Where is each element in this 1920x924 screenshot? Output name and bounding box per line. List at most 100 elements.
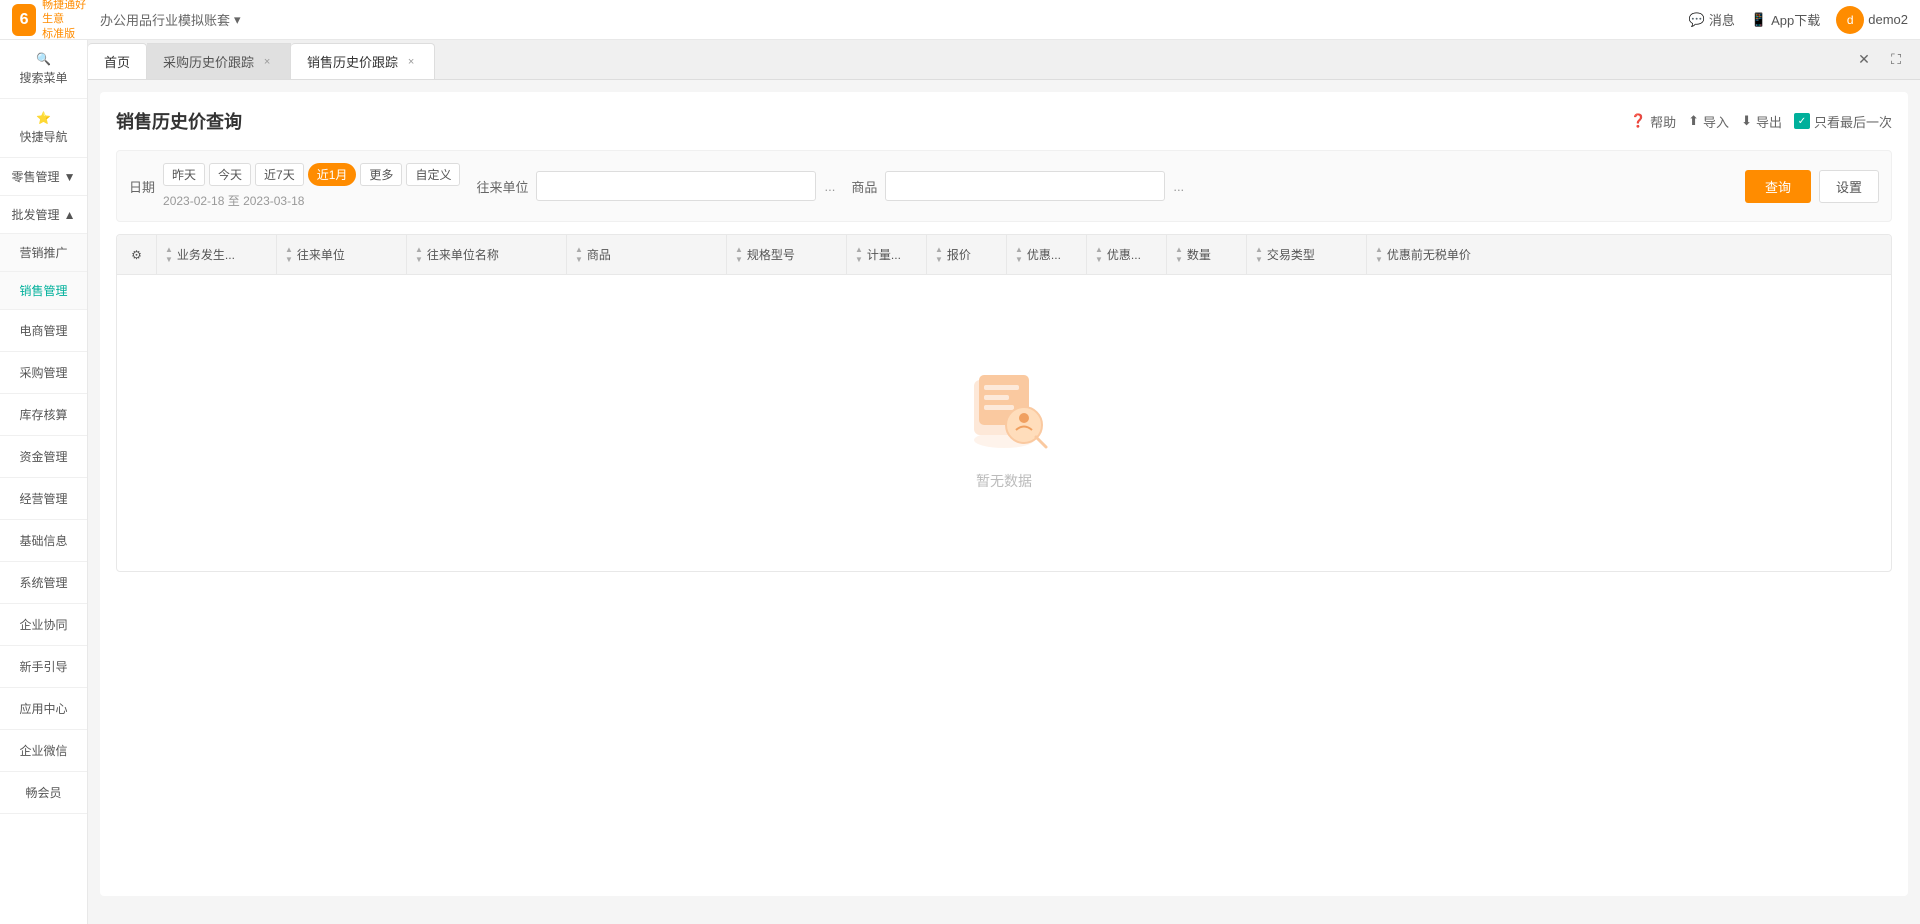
- sort-arrows-discount1: ▲▼: [1015, 245, 1023, 264]
- sidebar-item-guide[interactable]: 新手引导: [0, 646, 87, 688]
- sidebar-item-ecommerce[interactable]: 电商管理: [0, 310, 87, 352]
- page-title: 销售历史价查询: [116, 108, 242, 134]
- help-button[interactable]: ❓ 帮助: [1630, 112, 1676, 131]
- sort-arrows-product: ▲▼: [575, 245, 583, 264]
- sidebar-item-wholesale[interactable]: 批发管理 ▲: [0, 196, 87, 234]
- date-btn-7days[interactable]: 近7天: [255, 163, 304, 186]
- app-download-button[interactable]: 📱 App下载: [1751, 10, 1820, 29]
- product-filter-group: 商品 ...: [851, 171, 1184, 201]
- th-settings[interactable]: ⚙: [117, 235, 157, 274]
- breadcrumb: 办公用品行业模拟账套 ▾: [100, 10, 241, 29]
- header-right: 💬 消息 📱 App下载 d demo2: [1689, 6, 1908, 34]
- unit-filter-input[interactable]: [536, 171, 816, 201]
- unit-filter-dots[interactable]: ...: [824, 179, 835, 194]
- empty-state: 暂无数据: [117, 275, 1891, 571]
- sidebar-item-marketing[interactable]: 营销推广: [0, 234, 87, 272]
- th-discount1[interactable]: ▲▼ 优惠...: [1007, 235, 1087, 274]
- message-button[interactable]: 💬 消息: [1689, 10, 1735, 29]
- settings-button[interactable]: 设置: [1819, 170, 1879, 203]
- sidebar-item-system[interactable]: 系统管理: [0, 562, 87, 604]
- th-discount2[interactable]: ▲▼ 优惠...: [1087, 235, 1167, 274]
- sidebar-item-member[interactable]: 畅会员: [0, 772, 87, 814]
- th-date[interactable]: ▲▼ 业务发生...: [157, 235, 277, 274]
- th-unit-measure[interactable]: ▲▼ 计量...: [847, 235, 927, 274]
- data-table: ⚙ ▲▼ 业务发生... ▲▼ 往来单位 ▲▼ 往来单位名称: [116, 234, 1892, 572]
- page-header: 销售历史价查询 ❓ 帮助 ⬆ 导入 ⬇ 导出: [116, 108, 1892, 134]
- th-unit-name[interactable]: ▲▼ 往来单位名称: [407, 235, 567, 274]
- sidebar-item-app-center[interactable]: 应用中心: [0, 688, 87, 730]
- close-all-tabs-button[interactable]: ✕: [1852, 47, 1876, 71]
- sort-arrows-qty: ▲▼: [1175, 245, 1183, 264]
- date-btn-1month[interactable]: 近1月: [308, 163, 357, 186]
- header-left: 6 畅捷通好生意 标准版 办公用品行业模拟账套 ▾: [12, 0, 241, 41]
- th-tax-price[interactable]: ▲▼ 优惠前无税单价: [1367, 235, 1891, 274]
- logo-area: 6 畅捷通好生意 标准版: [12, 0, 92, 41]
- import-icon: ⬆: [1688, 113, 1699, 129]
- chevron-up-icon: ▲: [64, 208, 76, 222]
- export-button[interactable]: ⬇ 导出: [1741, 112, 1782, 131]
- top-header: 6 畅捷通好生意 标准版 办公用品行业模拟账套 ▾ 💬 消息 📱 App下载 d…: [0, 0, 1920, 40]
- sidebar-item-basic[interactable]: 基础信息: [0, 520, 87, 562]
- th-product[interactable]: ▲▼ 商品: [567, 235, 727, 274]
- sort-arrows-unit-code: ▲▼: [285, 245, 293, 264]
- chevron-down-icon: ▼: [64, 170, 76, 184]
- tab-close-sales[interactable]: ×: [404, 55, 418, 69]
- sort-arrows-unit-name: ▲▼: [415, 245, 423, 264]
- query-button[interactable]: 查询: [1745, 170, 1811, 203]
- sort-arrows-spec: ▲▼: [735, 245, 743, 264]
- sidebar-item-retail[interactable]: 零售管理 ▼: [0, 158, 87, 196]
- product-filter-dots[interactable]: ...: [1173, 179, 1184, 194]
- maximize-button[interactable]: ⛶: [1884, 47, 1908, 71]
- sort-arrows-price: ▲▼: [935, 245, 943, 264]
- th-qty[interactable]: ▲▼ 数量: [1167, 235, 1247, 274]
- sidebar-item-sales[interactable]: 销售管理: [0, 272, 87, 310]
- page-actions: ❓ 帮助 ⬆ 导入 ⬇ 导出 ✓ 只看最后一次: [1630, 112, 1892, 131]
- tab-purchase-history[interactable]: 采购历史价跟踪 ×: [147, 43, 291, 79]
- sidebar-item-operations[interactable]: 经营管理: [0, 478, 87, 520]
- th-trade-type[interactable]: ▲▼ 交易类型: [1247, 235, 1367, 274]
- logo-text: 畅捷通好生意 标准版: [42, 0, 92, 41]
- message-icon: 💬: [1689, 12, 1705, 28]
- date-btn-more[interactable]: 更多: [360, 163, 402, 186]
- help-icon: ❓: [1630, 113, 1646, 129]
- sidebar: 🔍 搜索菜单 ⭐ 快捷导航 零售管理 ▼ 批发管理 ▲ 营销推广 销售管理 电商…: [0, 40, 88, 924]
- tab-sales-history[interactable]: 销售历史价跟踪 ×: [291, 43, 435, 79]
- product-filter-input[interactable]: [885, 171, 1165, 201]
- sort-arrows-date: ▲▼: [165, 245, 173, 264]
- user-menu[interactable]: d demo2: [1836, 6, 1908, 34]
- avatar: d: [1836, 6, 1864, 34]
- tabs-bar: 首页 采购历史价跟踪 × 销售历史价跟踪 × ✕ ⛶: [88, 40, 1920, 80]
- date-options: 昨天 今天 近7天 近1月 更多 自定义: [163, 163, 460, 186]
- import-button[interactable]: ⬆ 导入: [1688, 112, 1729, 131]
- empty-illustration: [954, 355, 1054, 455]
- checkbox-icon: ✓: [1794, 113, 1810, 129]
- sidebar-item-search[interactable]: 🔍 搜索菜单: [0, 40, 87, 99]
- shortcut-icon: ⭐: [36, 111, 51, 125]
- tab-home[interactable]: 首页: [88, 43, 147, 79]
- sort-arrows-discount2: ▲▼: [1095, 245, 1103, 264]
- tab-close-purchase[interactable]: ×: [260, 55, 274, 69]
- th-spec[interactable]: ▲▼ 规格型号: [727, 235, 847, 274]
- date-btn-custom[interactable]: 自定义: [406, 163, 460, 186]
- page-content: 销售历史价查询 ❓ 帮助 ⬆ 导入 ⬇ 导出: [88, 80, 1920, 924]
- product-filter-label: 商品: [851, 177, 877, 196]
- sidebar-item-enterprise[interactable]: 企业协同: [0, 604, 87, 646]
- date-filter-label: 日期: [129, 177, 155, 196]
- logo-icon: 6: [12, 4, 36, 36]
- sidebar-item-finance[interactable]: 资金管理: [0, 436, 87, 478]
- th-unit-code[interactable]: ▲▼ 往来单位: [277, 235, 407, 274]
- sidebar-item-purchase[interactable]: 采购管理: [0, 352, 87, 394]
- sidebar-item-wechat[interactable]: 企业微信: [0, 730, 87, 772]
- download-icon: 📱: [1751, 12, 1767, 28]
- sidebar-item-inventory[interactable]: 库存核算: [0, 394, 87, 436]
- only-latest-checkbox[interactable]: ✓ 只看最后一次: [1794, 112, 1892, 131]
- th-price[interactable]: ▲▼ 报价: [927, 235, 1007, 274]
- date-btn-yesterday[interactable]: 昨天: [163, 163, 205, 186]
- sidebar-item-shortcut[interactable]: ⭐ 快捷导航: [0, 99, 87, 158]
- date-btn-today[interactable]: 今天: [209, 163, 251, 186]
- unit-filter-group: 往来单位 ...: [476, 171, 835, 201]
- settings-icon: ⚙: [131, 248, 142, 262]
- date-range-display: 2023-02-18 至 2023-03-18: [163, 192, 460, 209]
- chevron-down-icon[interactable]: ▾: [234, 12, 241, 28]
- sort-arrows-tax-price: ▲▼: [1375, 245, 1383, 264]
